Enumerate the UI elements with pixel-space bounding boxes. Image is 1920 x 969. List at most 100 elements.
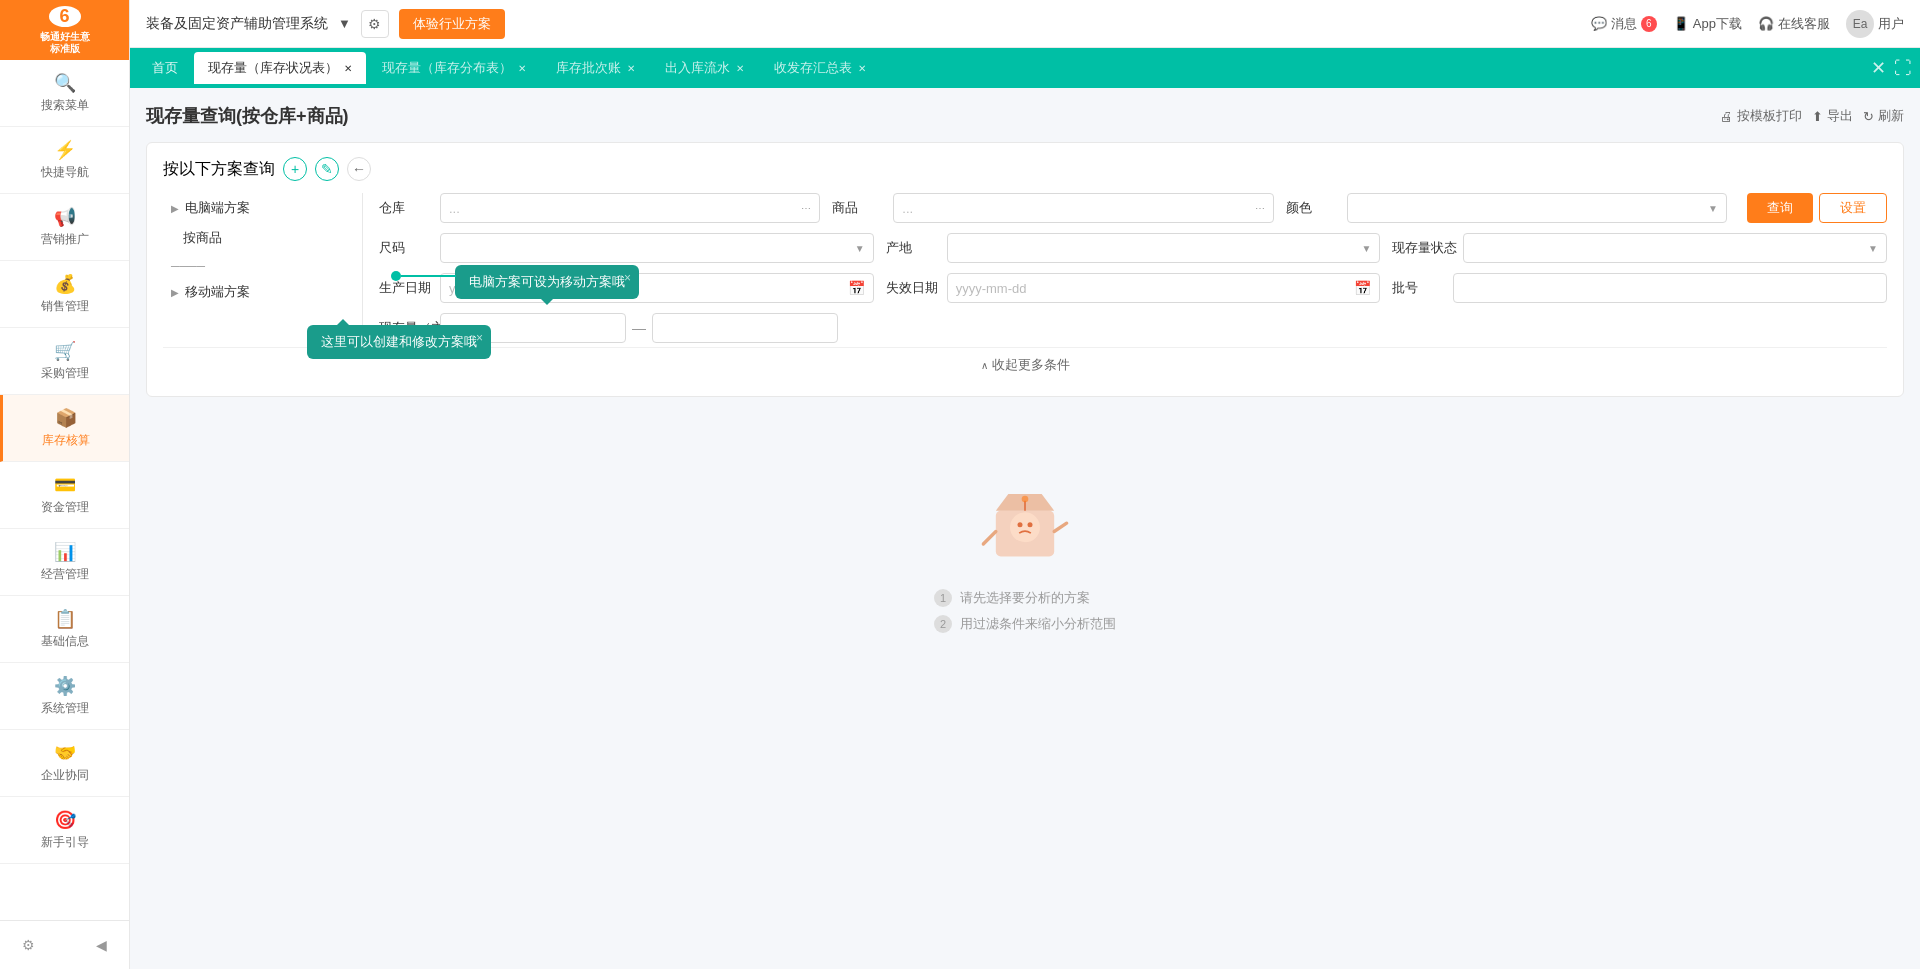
tab-inventory-status[interactable]: 现存量（库存状况表） ✕ bbox=[194, 52, 366, 84]
sidebar-item-purchase[interactable]: 🛒 采购管理 bbox=[0, 328, 129, 395]
sidebar-item-label: 快捷导航 bbox=[41, 164, 89, 181]
reset-btn[interactable]: 设置 bbox=[1819, 193, 1887, 223]
size-select[interactable]: ▼ bbox=[440, 233, 874, 263]
tab-close-icon[interactable]: ✕ bbox=[344, 63, 352, 74]
info-icon: 📋 bbox=[54, 608, 76, 630]
sidebar-item-label: 营销推广 bbox=[41, 231, 89, 248]
refresh-btn[interactable]: ↻ 刷新 bbox=[1863, 107, 1904, 125]
dropdown-arrow-icon: ⋯ bbox=[801, 203, 811, 214]
tab-close-icon[interactable]: ✕ bbox=[518, 63, 526, 74]
dropdown-arrow-icon: ⋯ bbox=[1255, 203, 1265, 214]
expand-icon: ▶ bbox=[171, 203, 179, 214]
export-btn[interactable]: ⬆ 导出 bbox=[1812, 107, 1853, 125]
lightning-icon: ⚡ bbox=[54, 139, 76, 161]
color-select[interactable]: ▼ bbox=[1347, 193, 1727, 223]
origin-label: 产地 bbox=[886, 239, 941, 257]
stock-status-label: 现存量状态 bbox=[1392, 239, 1457, 257]
service-icon: 🎧 bbox=[1758, 16, 1774, 31]
sidebar-item-guide[interactable]: 🎯 新手引导 bbox=[0, 797, 129, 864]
batch-no-input[interactable] bbox=[1453, 273, 1887, 303]
stock-main-max-input[interactable] bbox=[652, 313, 838, 343]
expire-date-input[interactable]: yyyy-mm-dd 📅 bbox=[947, 273, 1381, 303]
tab-close-icon[interactable]: ✕ bbox=[627, 63, 635, 74]
scheme-mobile-group: ▶ 移动端方案 bbox=[163, 277, 350, 307]
megaphone-icon: 📢 bbox=[54, 206, 76, 228]
sidebar-item-enterprise[interactable]: 🤝 企业协同 bbox=[0, 730, 129, 797]
sidebar-item-label: 资金管理 bbox=[41, 499, 89, 516]
tab-close-icon[interactable]: ✕ bbox=[858, 63, 866, 74]
origin-select[interactable]: ▼ bbox=[947, 233, 1381, 263]
warehouse-value: ... bbox=[449, 201, 460, 216]
tab-home[interactable]: 首页 bbox=[138, 52, 192, 84]
user-area[interactable]: Ea 用户 bbox=[1846, 10, 1904, 38]
field-size: 尺码 ▼ bbox=[379, 233, 874, 263]
app-download-btn[interactable]: 📱 App下载 bbox=[1673, 15, 1742, 33]
fullscreen-btn[interactable]: ⛶ bbox=[1894, 58, 1912, 79]
tab-batch[interactable]: 库存批次账 ✕ bbox=[542, 52, 649, 84]
filter-panel: 按以下方案查询 + ✎ ← ▶ 电脑端方案 按商品 bbox=[146, 142, 1904, 397]
size-label: 尺码 bbox=[379, 239, 434, 257]
pc-scheme-label: 电脑端方案 bbox=[185, 199, 342, 217]
empty-tip-2: 2 用过滤条件来缩小分析范围 bbox=[934, 615, 1116, 633]
tooltip-close-btn[interactable]: × bbox=[624, 271, 631, 285]
search-btn[interactable]: 查询 bbox=[1747, 193, 1813, 223]
sidebar-nav: 🔍 搜索菜单 ⚡ 快捷导航 📢 营销推广 💰 销售管理 🛒 采购管理 📦 库存核… bbox=[0, 60, 129, 920]
sidebar-item-operation[interactable]: 📊 经营管理 bbox=[0, 529, 129, 596]
sidebar-collapse-btn[interactable]: ◀ bbox=[87, 931, 115, 959]
tooltip-close-btn[interactable]: × bbox=[476, 331, 483, 345]
stock-status-select[interactable]: ▼ bbox=[1463, 233, 1887, 263]
search-icon: 🔍 bbox=[54, 72, 76, 94]
sidebar-item-system[interactable]: ⚙️ 系统管理 bbox=[0, 663, 129, 730]
sidebar-item-basic[interactable]: 📋 基础信息 bbox=[0, 596, 129, 663]
sidebar-item-inventory[interactable]: 📦 库存核算 bbox=[0, 395, 129, 462]
collapse-label: 收起更多条件 bbox=[992, 356, 1070, 374]
sidebar-item-label: 系统管理 bbox=[41, 700, 89, 717]
sidebar-settings-btn[interactable]: ⚙ bbox=[14, 931, 42, 959]
svg-line-8 bbox=[1054, 523, 1067, 531]
tab-close-icon[interactable]: ✕ bbox=[736, 63, 744, 74]
sidebar-item-label: 库存核算 bbox=[42, 432, 90, 449]
warehouse-select[interactable]: ... ⋯ bbox=[440, 193, 820, 223]
svg-point-2 bbox=[1010, 512, 1040, 542]
tab-inout[interactable]: 出入库流水 ✕ bbox=[651, 52, 758, 84]
sidebar-item-label: 搜索菜单 bbox=[41, 97, 89, 114]
svg-point-4 bbox=[1028, 522, 1033, 527]
handshake-icon: 🤝 bbox=[54, 742, 76, 764]
message-btn[interactable]: 💬 消息 6 bbox=[1591, 15, 1657, 33]
app-logo: 6 畅通好生意 标准版 bbox=[0, 0, 129, 60]
sidebar-item-quick-nav[interactable]: ⚡ 快捷导航 bbox=[0, 127, 129, 194]
add-scheme-btn[interactable]: + bbox=[283, 157, 307, 181]
message-label: 消息 bbox=[1611, 15, 1637, 33]
sidebar-item-finance[interactable]: 💳 资金管理 bbox=[0, 462, 129, 529]
scheme-item-goods[interactable]: 按商品 bbox=[163, 223, 350, 253]
dropdown-arrow-icon: ▼ bbox=[1708, 203, 1718, 214]
sidebar-item-label: 采购管理 bbox=[41, 365, 89, 382]
gear-icon: ⚙️ bbox=[54, 675, 76, 697]
action-buttons: 查询 设置 bbox=[1747, 193, 1887, 223]
filter-label: 按以下方案查询 bbox=[163, 159, 275, 180]
tab-inventory-dist[interactable]: 现存量（库存分布表） ✕ bbox=[368, 52, 540, 84]
sidebar-item-search[interactable]: 🔍 搜索菜单 bbox=[0, 60, 129, 127]
goods-select[interactable]: ... ⋯ bbox=[893, 193, 1273, 223]
system-dropdown[interactable]: ▼ bbox=[338, 16, 351, 31]
mobile-icon: 📱 bbox=[1673, 16, 1689, 31]
online-service-btn[interactable]: 🎧 在线客服 bbox=[1758, 15, 1830, 33]
back-btn[interactable]: ← bbox=[347, 157, 371, 181]
tab-label: 收发存汇总表 bbox=[774, 59, 852, 77]
settings-btn[interactable]: ⚙ bbox=[361, 10, 389, 38]
edit-scheme-btn[interactable]: ✎ bbox=[315, 157, 339, 181]
expire-date-value: yyyy-mm-dd bbox=[956, 281, 1027, 296]
close-all-btn[interactable]: ✕ bbox=[1871, 57, 1886, 79]
filter-header: 按以下方案查询 + ✎ ← bbox=[163, 157, 1887, 181]
tab-home-label: 首页 bbox=[152, 59, 178, 77]
online-service-label: 在线客服 bbox=[1778, 15, 1830, 33]
print-btn[interactable]: 🖨 按模板打印 bbox=[1720, 107, 1802, 125]
tab-collect[interactable]: 收发存汇总表 ✕ bbox=[760, 52, 880, 84]
sidebar-item-sales[interactable]: 💰 销售管理 bbox=[0, 261, 129, 328]
solution-btn[interactable]: 体验行业方案 bbox=[399, 9, 505, 39]
message-icon: 💬 bbox=[1591, 16, 1607, 31]
sidebar-item-label: 基础信息 bbox=[41, 633, 89, 650]
chevron-down-icon: ▼ bbox=[338, 16, 351, 31]
sidebar-item-marketing[interactable]: 📢 营销推广 bbox=[0, 194, 129, 261]
connector-dot bbox=[391, 271, 401, 281]
